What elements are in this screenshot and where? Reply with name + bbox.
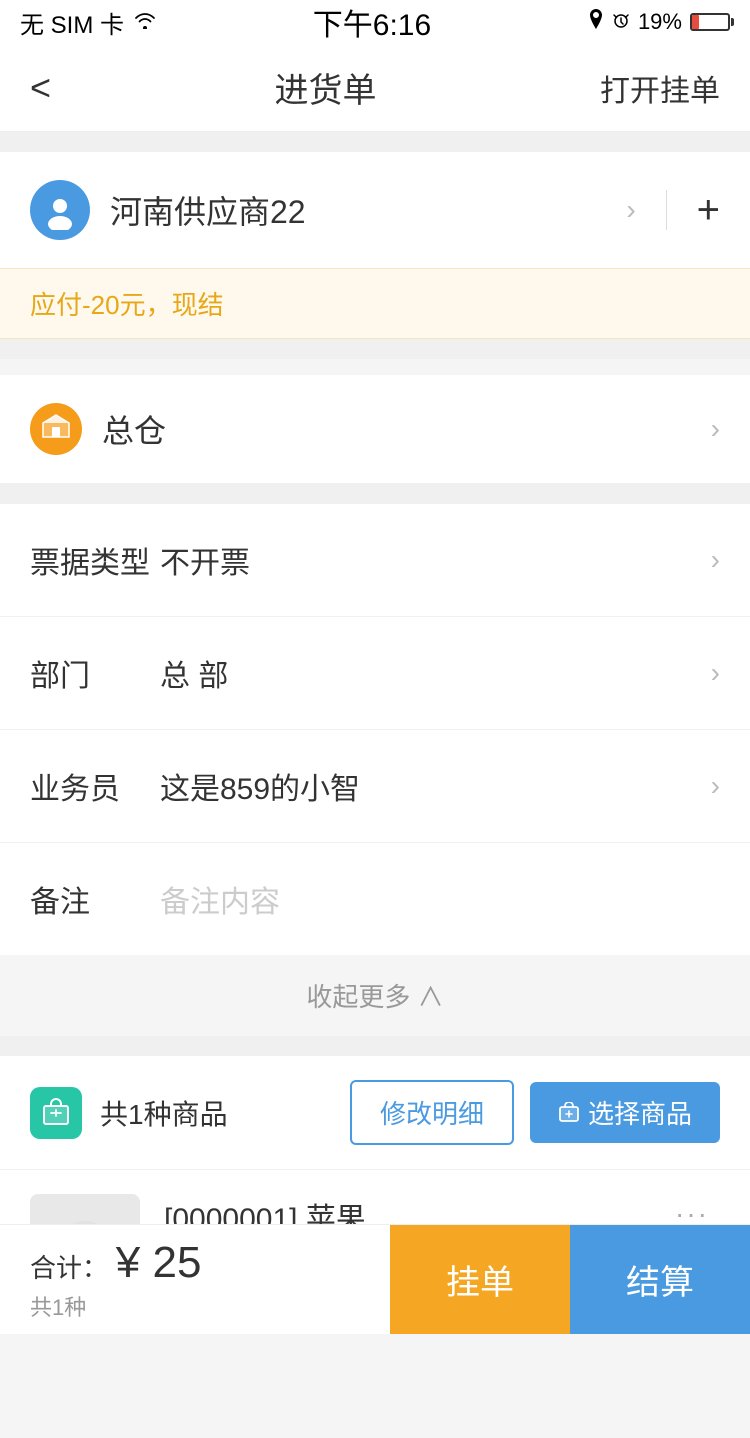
top-divider: [0, 132, 750, 152]
total-sub: 共1种: [30, 1290, 360, 1322]
status-left: 无 SIM 卡: [20, 5, 156, 40]
divider-3: [0, 1036, 750, 1056]
ticket-type-row[interactable]: 票据类型 不开票 ›: [0, 503, 750, 616]
warehouse-icon-inner: [41, 413, 71, 446]
divider-1: [0, 339, 750, 359]
products-count: 共1种商品: [100, 1093, 350, 1133]
status-bar: 无 SIM 卡 下午6:16 19%: [0, 0, 750, 44]
select-product-label: 选择商品: [588, 1094, 692, 1131]
wifi-icon: [134, 8, 156, 36]
supplier-name: 河南供应商22: [110, 187, 626, 233]
bottom-bar: 合计： ¥ 25 共1种 挂单 结算: [0, 1224, 750, 1334]
department-chevron-icon: ›: [711, 657, 720, 689]
warehouse-section: 总仓 ›: [0, 375, 750, 483]
bottom-spacer: [0, 1328, 750, 1438]
supplier-row[interactable]: 河南供应商22 › +: [0, 152, 750, 268]
total-amount: ¥ 25: [116, 1238, 202, 1287]
supplier-avatar: [30, 180, 90, 240]
ticket-type-value: 不开票: [160, 538, 711, 582]
carrier-text: 无 SIM 卡: [20, 5, 124, 40]
warehouse-icon: [30, 403, 82, 455]
remark-label: 备注: [30, 877, 160, 921]
checkout-button[interactable]: 结算: [570, 1225, 750, 1334]
supplier-chevron-icon: ›: [626, 194, 635, 226]
page-title: 进货单: [275, 63, 377, 112]
products-header: 共1种商品 修改明细 选择商品: [0, 1056, 750, 1169]
ticket-type-label: 票据类型: [30, 538, 160, 582]
hang-label: 挂单: [446, 1255, 514, 1304]
fields-section: 票据类型 不开票 › 部门 总 部 › 业务员 这是859的小智 › 备注 备注…: [0, 503, 750, 955]
status-right: 19%: [588, 9, 730, 35]
warehouse-chevron-icon: ›: [711, 413, 720, 445]
status-time: 下午6:16: [313, 0, 431, 44]
remark-row[interactable]: 备注 备注内容: [0, 842, 750, 955]
supplier-section: 河南供应商22 › + 应付-20元，现结: [0, 152, 750, 339]
divider-2: [0, 483, 750, 503]
total-area: 合计： ¥ 25 共1种: [0, 1225, 390, 1334]
sales-label: 业务员: [30, 764, 160, 808]
warehouse-row[interactable]: 总仓 ›: [0, 375, 750, 483]
select-product-button[interactable]: 选择商品: [530, 1082, 720, 1143]
battery-icon: [690, 13, 730, 31]
battery-percent: 19%: [638, 9, 682, 35]
warehouse-name: 总仓: [102, 406, 711, 452]
department-value: 总 部: [160, 651, 711, 695]
supplier-divider: [666, 190, 667, 230]
products-icon: [30, 1087, 82, 1139]
total-label: 合计：: [30, 1253, 108, 1283]
nav-bar: < 进货单 打开挂单: [0, 44, 750, 132]
supplier-alert: 应付-20元，现结: [0, 268, 750, 339]
alarm-icon: [612, 9, 630, 35]
sales-chevron-icon: ›: [711, 770, 720, 802]
add-supplier-button[interactable]: +: [677, 188, 720, 233]
sales-value: 这是859的小智: [160, 764, 711, 808]
department-label: 部门: [30, 651, 160, 695]
sales-row[interactable]: 业务员 这是859的小智 ›: [0, 729, 750, 842]
back-button[interactable]: <: [30, 67, 51, 109]
collapse-button[interactable]: 收起更多 ∧: [0, 955, 750, 1036]
edit-detail-button[interactable]: 修改明细: [350, 1080, 514, 1145]
location-icon: [588, 9, 604, 35]
ticket-type-chevron-icon: ›: [711, 544, 720, 576]
remark-input[interactable]: 备注内容: [160, 877, 720, 921]
department-row[interactable]: 部门 总 部 ›: [0, 616, 750, 729]
hang-button[interactable]: 挂单: [390, 1225, 570, 1334]
collapse-label: 收起更多 ∧: [306, 977, 443, 1014]
open-hang-button[interactable]: 打开挂单: [600, 66, 720, 110]
checkout-label: 结算: [626, 1255, 694, 1304]
total-row: 合计： ¥ 25: [30, 1238, 360, 1288]
